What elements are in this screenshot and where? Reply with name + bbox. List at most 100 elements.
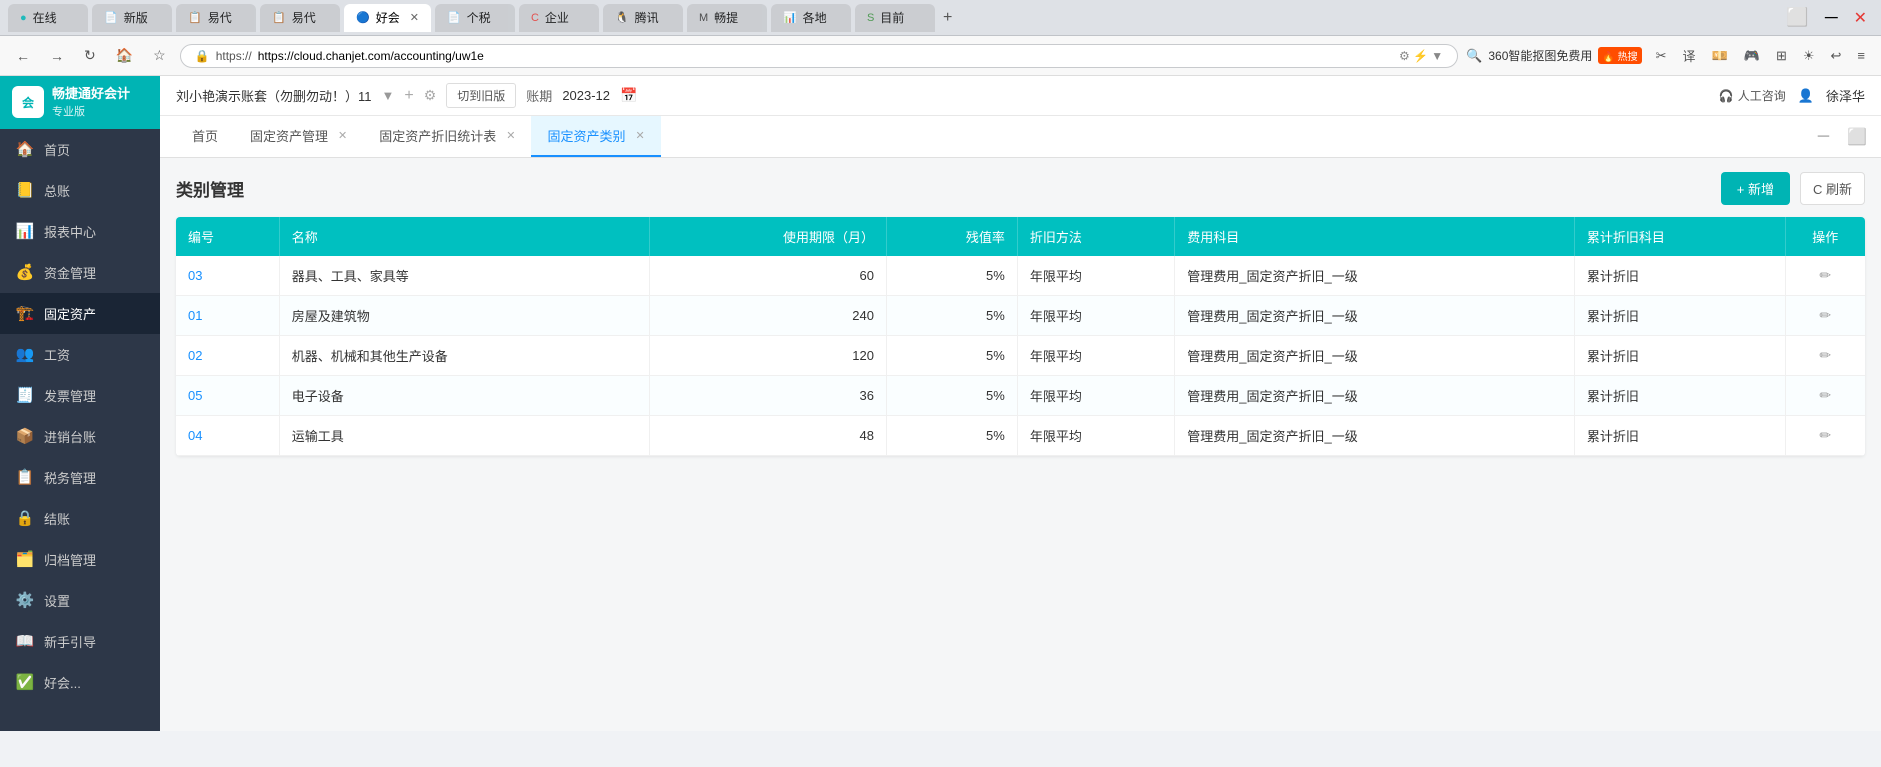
calendar-icon[interactable]: 📅 [620, 87, 637, 104]
dropdown-icon[interactable]: ▼ [382, 88, 395, 103]
sidebar-item-archive[interactable]: 🗂️ 归档管理 [0, 539, 160, 580]
add-account-icon[interactable]: + [404, 87, 413, 105]
sidebar-item-fixed-assets[interactable]: 🏗️ 固定资产 [0, 293, 160, 334]
grid-icon[interactable]: ⊞ [1770, 45, 1793, 67]
cell-name: 房屋及建筑物 [279, 296, 649, 336]
table-row: 01 房屋及建筑物 240 5% 年限平均 管理费用_固定资产折旧_一级 累计折… [176, 296, 1865, 336]
translate-icon[interactable]: 译 [1677, 43, 1702, 68]
add-category-button[interactable]: + 新增 [1721, 172, 1790, 205]
cell-period: 48 [649, 416, 886, 456]
page-tab-fixed-assets-management[interactable]: 固定资产管理 ✕ [234, 116, 363, 157]
close-tab-depreciation-summary[interactable]: ✕ [506, 129, 515, 142]
browser-tab-current[interactable]: 🔵 好会 ✕ [344, 4, 431, 32]
browser-tab-yidai2[interactable]: 📋 易代 [260, 4, 340, 32]
address-bar: ← → ↻ 🏠 ☆ 🔒 https:// https://cloud.chanj… [0, 36, 1881, 76]
browser-tab-yidai1[interactable]: 📋 易代 [176, 4, 256, 32]
sidebar-item-stockbook[interactable]: 📦 进销台账 [0, 416, 160, 457]
close-window-button[interactable]: ✕ [1848, 8, 1873, 28]
page-tab-home[interactable]: 首页 [176, 116, 234, 157]
menu-icon[interactable]: ≡ [1851, 45, 1871, 66]
edit-button[interactable]: ✏ [1819, 267, 1831, 283]
cell-action: ✏ [1785, 296, 1865, 336]
cell-expense: 管理费用_固定资产折旧_一级 [1175, 376, 1575, 416]
star-button[interactable]: ☆ [147, 43, 172, 68]
search-area: 🔍 360智能抠图免费用 🔥 热搜 [1466, 47, 1641, 64]
cell-method: 年限平均 [1017, 416, 1174, 456]
cell-code[interactable]: 02 [176, 336, 279, 376]
toolbar-icons: ✂ 译 💴 🎮 ⊞ ☀ ↩ ≡ [1650, 43, 1871, 68]
sidebar-item-checkout[interactable]: 🔒 结账 [0, 498, 160, 539]
cell-expense: 管理费用_固定资产折旧_一级 [1175, 336, 1575, 376]
cell-code[interactable]: 05 [176, 376, 279, 416]
sidebar: 会 畅捷通好会计 专业版 🏠 首页 📒 总账 📊 报表中心 💰 资金管理 🏗️ … [0, 76, 160, 731]
cell-code[interactable]: 04 [176, 416, 279, 456]
close-tab-category[interactable]: ✕ [636, 129, 645, 142]
cell-code[interactable]: 03 [176, 256, 279, 296]
sidebar-item-salary[interactable]: 👥 工资 [0, 334, 160, 375]
edit-button[interactable]: ✏ [1819, 347, 1831, 363]
page-tab-depreciation-summary[interactable]: 固定资产折旧统计表 ✕ [363, 116, 531, 157]
sidebar-item-settings[interactable]: ⚙️ 设置 [0, 580, 160, 621]
page-actions: + 新增 C 刷新 [1721, 172, 1865, 205]
sidebar-logo[interactable]: 会 畅捷通好会计 专业版 [0, 76, 160, 129]
close-tab-fixed-assets-management[interactable]: ✕ [338, 129, 347, 142]
forward-button[interactable]: → [44, 44, 70, 68]
cell-period: 240 [649, 296, 886, 336]
stockbook-icon: 📦 [16, 427, 34, 445]
sidebar-item-misc[interactable]: ✅ 好会... [0, 662, 160, 703]
back-button[interactable]: ← [10, 44, 36, 68]
sidebar-item-funds[interactable]: 💰 资金管理 [0, 252, 160, 293]
undo-icon[interactable]: ↩ [1825, 45, 1848, 67]
page-tab-category[interactable]: 固定资产类别 ✕ [531, 116, 660, 157]
settings-topbar-icon[interactable]: ⚙ [424, 87, 437, 104]
url-input[interactable]: 🔒 https:// https://cloud.chanjet.com/acc… [180, 44, 1458, 68]
browser-tab-close[interactable]: ✕ [410, 11, 419, 24]
sidebar-item-tax[interactable]: 📋 税务管理 [0, 457, 160, 498]
page-title: 类别管理 [176, 176, 244, 201]
service-button[interactable]: 🎧 人工咨询 [1719, 87, 1786, 104]
browser-tab-gedi[interactable]: 📊 各地 [771, 4, 851, 32]
sidebar-item-invoice[interactable]: 🧾 发票管理 [0, 375, 160, 416]
cell-code[interactable]: 01 [176, 296, 279, 336]
browser-tab-muqian[interactable]: S 目前 [855, 4, 935, 32]
sidebar-item-reports[interactable]: 📊 报表中心 [0, 211, 160, 252]
browser-tab-tax[interactable]: 📄 个税 [435, 4, 515, 32]
col-method: 折旧方法 [1017, 217, 1174, 256]
sidebar-item-ledger[interactable]: 📒 总账 [0, 170, 160, 211]
browser-tab-changtie[interactable]: M 畅提 [687, 4, 767, 32]
edit-button[interactable]: ✏ [1819, 307, 1831, 323]
browser-tab-online[interactable]: ● 在线 [8, 4, 88, 32]
minimize-button[interactable]: ─ [1819, 7, 1844, 28]
refresh-button[interactable]: C 刷新 [1800, 172, 1865, 205]
funds-icon: 💰 [16, 263, 34, 281]
sidebar-item-home[interactable]: 🏠 首页 [0, 129, 160, 170]
switch-version-button[interactable]: 切到旧版 [446, 83, 516, 108]
reload-button[interactable]: ↻ [78, 43, 102, 68]
edit-button[interactable]: ✏ [1819, 427, 1831, 443]
edit-button[interactable]: ✏ [1819, 387, 1831, 403]
invoice-icon: 🧾 [16, 386, 34, 404]
browser-tab-enterprise[interactable]: C 企业 [519, 4, 599, 32]
ledger-icon: 📒 [16, 181, 34, 199]
cell-action: ✏ [1785, 336, 1865, 376]
main-layout: 会 畅捷通好会计 专业版 🏠 首页 📒 总账 📊 报表中心 💰 资金管理 🏗️ … [0, 76, 1881, 731]
home-button[interactable]: 🏠 [110, 43, 139, 68]
browser-tab-tencent[interactable]: 🐧 腾讯 [603, 4, 683, 32]
scissors-icon[interactable]: ✂ [1650, 45, 1673, 67]
wallet-icon[interactable]: 💴 [1706, 45, 1734, 67]
top-bar-right: 🎧 人工咨询 👤 徐泽华 [1719, 86, 1865, 105]
table-header: 编号 名称 使用期限（月） 残值率 折旧方法 费用科目 累计折旧科目 操作 [176, 217, 1865, 256]
guide-icon: 📖 [16, 632, 34, 650]
expand-url-button[interactable]: ⚙ ⚡ ▼ [1399, 49, 1443, 63]
panel-minimize-button[interactable]: ─ [1812, 126, 1835, 148]
restore-window-button[interactable]: ⬜ [1780, 7, 1814, 28]
panel-expand-button[interactable]: ⬜ [1841, 125, 1873, 149]
table-row: 05 电子设备 36 5% 年限平均 管理费用_固定资产折旧_一级 累计折旧 ✏ [176, 376, 1865, 416]
cell-name: 器具、工具、家具等 [279, 256, 649, 296]
sidebar-item-guide[interactable]: 📖 新手引导 [0, 621, 160, 662]
headset-icon: 🎧 [1719, 89, 1734, 103]
new-tab-button[interactable]: + [939, 9, 956, 27]
brightness-icon[interactable]: ☀ [1797, 45, 1821, 67]
browser-tab-new[interactable]: 📄 新版 [92, 4, 172, 32]
game-icon[interactable]: 🎮 [1738, 45, 1766, 67]
